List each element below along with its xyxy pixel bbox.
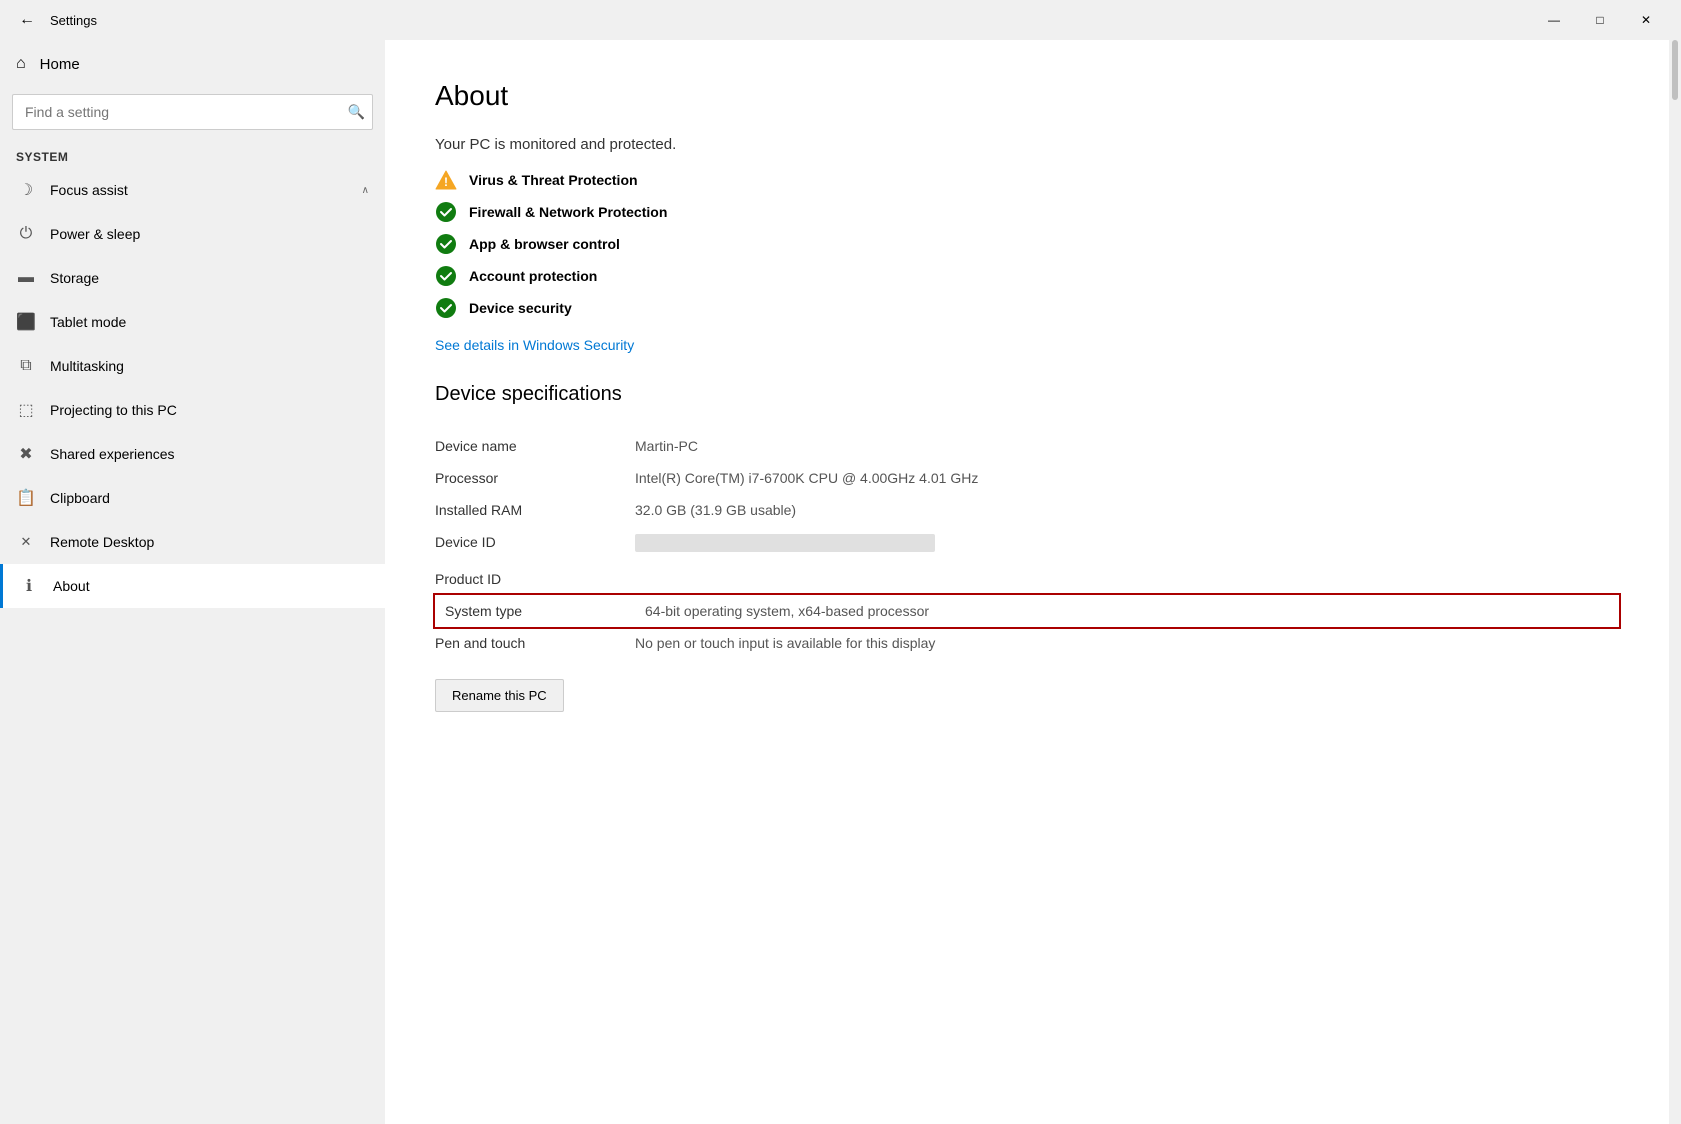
- sidebar-item-focus-assist[interactable]: ☽ Focus assist ∧: [0, 168, 385, 212]
- power-icon: ⏻: [16, 225, 36, 243]
- remote-icon: ✕: [16, 534, 36, 550]
- window-controls: — □ ✕: [1531, 0, 1669, 40]
- chevron-up-icon: ∧: [362, 185, 369, 196]
- spec-row-pen-touch: Pen and touch No pen or touch input is a…: [435, 627, 1619, 659]
- device-specs-title: Device specifications: [435, 383, 1619, 406]
- page-title: About: [435, 80, 1619, 112]
- home-label: Home: [40, 56, 80, 73]
- check-icon-account: [435, 265, 457, 287]
- focus-assist-label: Focus assist: [50, 182, 362, 198]
- spec-label-ram: Installed RAM: [435, 494, 635, 526]
- sidebar-home[interactable]: ⌂ Home: [0, 40, 385, 88]
- tablet-mode-label: Tablet mode: [50, 314, 369, 330]
- app-browser-label: App & browser control: [469, 236, 620, 252]
- check-icon-device: [435, 297, 457, 319]
- system-section-label: System: [0, 142, 385, 168]
- sidebar-item-power-sleep[interactable]: ⏻ Power & sleep: [0, 212, 385, 256]
- minimize-button[interactable]: —: [1531, 0, 1577, 40]
- projecting-label: Projecting to this PC: [50, 402, 369, 418]
- close-button[interactable]: ✕: [1623, 0, 1669, 40]
- titlebar: ← Settings — □ ✕: [0, 0, 1681, 40]
- windows-security-link[interactable]: See details in Windows Security: [435, 337, 634, 353]
- maximize-button[interactable]: □: [1577, 0, 1623, 40]
- sidebar-item-tablet-mode[interactable]: ⬛ Tablet mode: [0, 300, 385, 344]
- device-security-label: Device security: [469, 300, 572, 316]
- multitask-icon: ⧉: [16, 357, 36, 375]
- focus-assist-icon: ☽: [16, 180, 36, 200]
- remote-label: Remote Desktop: [50, 534, 369, 550]
- sidebar-item-multitasking[interactable]: ⧉ Multitasking: [0, 344, 385, 388]
- sidebar-item-clipboard[interactable]: 📋 Clipboard: [0, 476, 385, 520]
- power-sleep-label: Power & sleep: [50, 226, 369, 242]
- spec-row-system-type: System type 64-bit operating system, x64…: [435, 595, 1619, 627]
- sidebar-item-about[interactable]: ℹ About: [0, 564, 385, 608]
- about-icon: ℹ: [19, 576, 39, 596]
- device-id-redacted: [635, 534, 935, 552]
- spec-value-device-name: Martin-PC: [635, 430, 1619, 462]
- back-button[interactable]: ←: [12, 5, 42, 35]
- search-input[interactable]: [12, 94, 373, 130]
- sidebar-item-projecting[interactable]: ⬚ Projecting to this PC: [0, 388, 385, 432]
- projecting-icon: ⬚: [16, 400, 36, 420]
- check-icon-firewall: [435, 201, 457, 223]
- protection-item-device-security: Device security: [435, 297, 1619, 319]
- protection-item-account: Account protection: [435, 265, 1619, 287]
- spec-row-ram: Installed RAM 32.0 GB (31.9 GB usable): [435, 494, 1619, 526]
- svg-text:!: !: [444, 175, 448, 189]
- spec-value-ram: 32.0 GB (31.9 GB usable): [635, 494, 1619, 526]
- main-window: ⌂ Home 🔍 System ☽ Focus assist ∧ ⏻ Power…: [0, 40, 1681, 1124]
- sidebar-item-storage[interactable]: ▬ Storage: [0, 256, 385, 300]
- spec-label-processor: Processor: [435, 462, 635, 494]
- storage-label: Storage: [50, 270, 369, 286]
- sidebar: ⌂ Home 🔍 System ☽ Focus assist ∧ ⏻ Power…: [0, 40, 385, 1124]
- spec-label-device-name: Device name: [435, 430, 635, 462]
- account-protection-label: Account protection: [469, 268, 597, 284]
- firewall-label: Firewall & Network Protection: [469, 204, 667, 220]
- spec-label-pen-touch: Pen and touch: [435, 627, 635, 659]
- protection-item-firewall: Firewall & Network Protection: [435, 201, 1619, 223]
- specs-table: Device name Martin-PC Processor Intel(R)…: [435, 430, 1619, 659]
- spec-label-system-type: System type: [435, 595, 635, 627]
- rename-pc-button[interactable]: Rename this PC: [435, 679, 564, 712]
- spec-value-product-id: [635, 563, 1619, 595]
- search-icon[interactable]: 🔍: [348, 104, 365, 121]
- home-icon: ⌂: [16, 55, 26, 73]
- scrollbar-thumb[interactable]: [1672, 40, 1678, 100]
- spec-value-processor: Intel(R) Core(TM) i7-6700K CPU @ 4.00GHz…: [635, 462, 1619, 494]
- search-box: 🔍: [12, 94, 373, 130]
- sidebar-item-remote-desktop[interactable]: ✕ Remote Desktop: [0, 520, 385, 564]
- protection-subtitle: Your PC is monitored and protected.: [435, 136, 1619, 153]
- titlebar-title: Settings: [50, 13, 97, 28]
- sidebar-item-shared-experiences[interactable]: ✖ Shared experiences: [0, 432, 385, 476]
- spec-row-product-id: Product ID: [435, 563, 1619, 595]
- tablet-icon: ⬛: [16, 312, 36, 332]
- clipboard-icon: 📋: [16, 488, 36, 508]
- spec-row-device-id: Device ID: [435, 526, 1619, 563]
- spec-label-product-id: Product ID: [435, 563, 635, 595]
- scrollbar[interactable]: [1669, 40, 1681, 1124]
- spec-value-system-type: 64-bit operating system, x64-based proce…: [635, 595, 1619, 627]
- multitasking-label: Multitasking: [50, 358, 369, 374]
- about-label: About: [53, 578, 369, 594]
- spec-value-device-id: [635, 526, 1619, 563]
- spec-row-device-name: Device name Martin-PC: [435, 430, 1619, 462]
- spec-value-pen-touch: No pen or touch input is available for t…: [635, 627, 1619, 659]
- protection-item-virus: ! Virus & Threat Protection: [435, 169, 1619, 191]
- check-icon-app-browser: [435, 233, 457, 255]
- virus-protection-label: Virus & Threat Protection: [469, 172, 638, 188]
- shared-label: Shared experiences: [50, 446, 369, 462]
- storage-icon: ▬: [16, 269, 36, 287]
- warning-icon: !: [435, 169, 457, 191]
- spec-label-device-id: Device ID: [435, 526, 635, 563]
- shared-icon: ✖: [16, 444, 36, 464]
- spec-row-processor: Processor Intel(R) Core(TM) i7-6700K CPU…: [435, 462, 1619, 494]
- clipboard-label: Clipboard: [50, 490, 369, 506]
- content-area: About Your PC is monitored and protected…: [385, 40, 1669, 1124]
- protection-item-app-browser: App & browser control: [435, 233, 1619, 255]
